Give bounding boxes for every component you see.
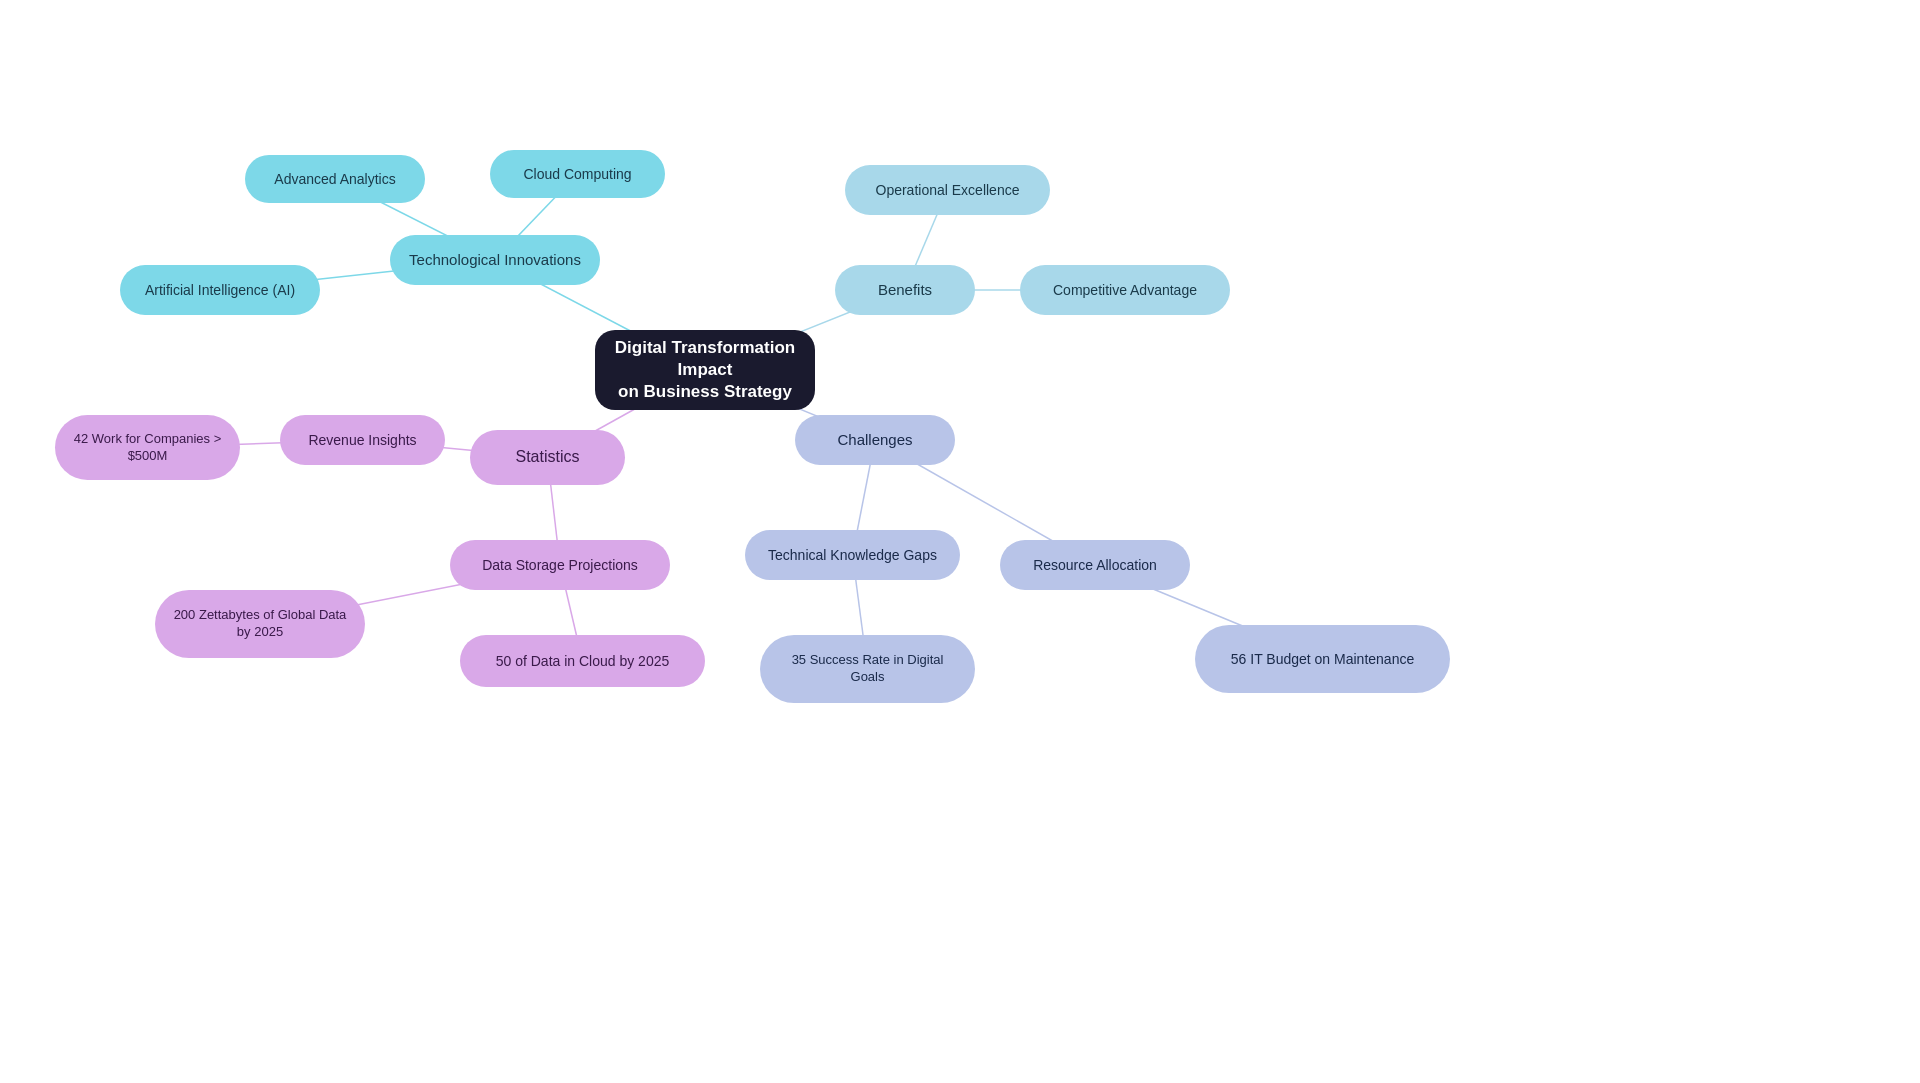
operational-excellence-node[interactable]: Operational Excellence [845,165,1050,215]
resource-allocation-node[interactable]: Resource Allocation [1000,540,1190,590]
cloud-computing-label: Cloud Computing [523,165,631,183]
data-storage-node[interactable]: Data Storage Projections [450,540,670,590]
advanced-analytics-label: Advanced Analytics [274,170,395,188]
success-rate-node[interactable]: 35 Success Rate in Digital Goals [760,635,975,703]
center-node[interactable]: Digital Transformation Impact on Busines… [595,330,815,410]
ai-node[interactable]: Artificial Intelligence (AI) [120,265,320,315]
tech-knowledge-label: Technical Knowledge Gaps [768,546,937,564]
tech-knowledge-node[interactable]: Technical Knowledge Gaps [745,530,960,580]
success-rate-label: 35 Success Rate in Digital Goals [782,652,954,686]
benefits-node[interactable]: Benefits [835,265,975,315]
work-companies-node[interactable]: 42 Work for Companies > $500M [55,415,240,480]
center-label: Digital Transformation Impact on Busines… [595,337,815,403]
benefits-label: Benefits [878,280,932,300]
cloud-2025-node[interactable]: 50 of Data in Cloud by 2025 [460,635,705,687]
competitive-advantage-label: Competitive Advantage [1053,281,1197,299]
competitive-advantage-node[interactable]: Competitive Advantage [1020,265,1230,315]
statistics-label: Statistics [515,447,579,468]
tech-innovations-node[interactable]: Technological Innovations [390,235,600,285]
data-storage-label: Data Storage Projections [482,556,638,574]
resource-allocation-label: Resource Allocation [1033,556,1157,574]
work-companies-label: 42 Work for Companies > $500M [64,431,232,465]
cloud-computing-node[interactable]: Cloud Computing [490,150,665,198]
it-budget-label: 56 IT Budget on Maintenance [1221,650,1424,668]
zettabytes-label: 200 Zettabytes of Global Data by 2025 [164,607,357,641]
advanced-analytics-node[interactable]: Advanced Analytics [245,155,425,203]
challenges-label: Challenges [837,430,912,450]
operational-excellence-label: Operational Excellence [876,181,1020,199]
revenue-insights-node[interactable]: Revenue Insights [280,415,445,465]
statistics-node[interactable]: Statistics [470,430,625,485]
tech-innovations-label: Technological Innovations [399,250,591,270]
revenue-insights-label: Revenue Insights [308,431,416,449]
zettabytes-node[interactable]: 200 Zettabytes of Global Data by 2025 [155,590,365,658]
ai-label: Artificial Intelligence (AI) [145,281,295,299]
it-budget-node[interactable]: 56 IT Budget on Maintenance [1195,625,1450,693]
cloud-2025-label: 50 of Data in Cloud by 2025 [496,652,670,670]
challenges-node[interactable]: Challenges [795,415,955,465]
